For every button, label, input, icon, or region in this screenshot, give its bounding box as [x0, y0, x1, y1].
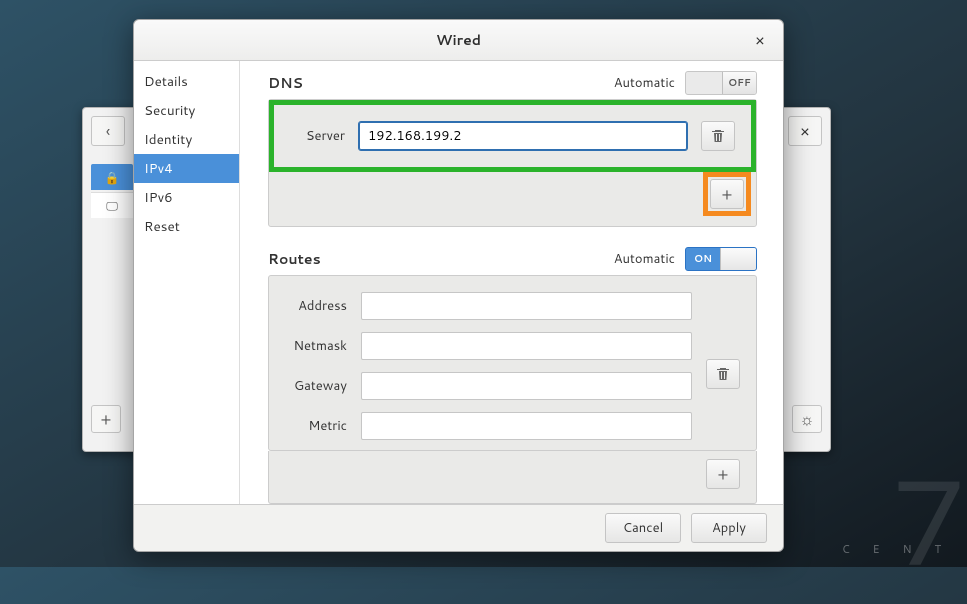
bg-settings-button[interactable]: ☼: [792, 405, 822, 433]
proxy-icon: 🖵: [106, 197, 118, 214]
dns-add-row: +: [269, 172, 756, 226]
routes-container: Address Netmask Gateway Metric: [268, 275, 757, 504]
switch-off-label: OFF: [722, 72, 756, 94]
close-button[interactable]: ×: [751, 31, 769, 49]
route-netmask-label: Netmask: [285, 337, 347, 355]
close-icon: ×: [800, 120, 810, 143]
dns-server-row-highlight: Server: [269, 100, 756, 172]
dns-add-button[interactable]: +: [710, 179, 744, 209]
sidebar-item-identity[interactable]: Identity: [134, 125, 239, 154]
wired-icon: 🔒: [105, 169, 120, 186]
dns-section-header: DNS Automatic OFF: [268, 71, 757, 95]
switch-on-label: ON: [686, 248, 720, 270]
route-address-input[interactable]: [361, 292, 692, 320]
dns-server-input[interactable]: [359, 122, 687, 150]
centos-watermark-text: C E N T: [842, 541, 951, 557]
dns-delete-button[interactable]: [701, 121, 735, 151]
plus-icon: +: [722, 183, 733, 206]
content-panel: DNS Automatic OFF Server: [240, 61, 783, 504]
route-gateway-input[interactable]: [361, 372, 692, 400]
bg-tab-wired[interactable]: 🔒: [91, 164, 133, 190]
wired-settings-dialog: Wired × Details Security Identity IPv4 I…: [133, 19, 784, 552]
route-metric-input[interactable]: [361, 412, 692, 440]
route-netmask-input[interactable]: [361, 332, 692, 360]
sidebar-item-security[interactable]: Security: [134, 96, 239, 125]
sidebar: Details Security Identity IPv4 IPv6 Rese…: [134, 61, 240, 504]
dns-automatic-group: Automatic OFF: [614, 71, 757, 95]
close-icon: ×: [755, 29, 765, 52]
trash-icon: [716, 367, 730, 381]
routes-section-header: Routes Automatic ON: [268, 247, 757, 271]
route-address-row: Address: [285, 292, 692, 320]
trash-icon: [711, 129, 725, 143]
switch-track: [686, 72, 722, 94]
plus-icon: +: [718, 463, 729, 486]
dns-automatic-switch[interactable]: OFF: [685, 71, 757, 95]
bg-tab-proxy[interactable]: 🖵: [91, 192, 133, 218]
sidebar-item-ipv6[interactable]: IPv6: [134, 183, 239, 212]
dns-add-highlight: +: [703, 172, 751, 216]
route-delete-button[interactable]: [706, 359, 740, 389]
route-metric-label: Metric: [285, 417, 347, 435]
route-netmask-row: Netmask: [285, 332, 692, 360]
dialog-footer: Cancel Apply: [134, 504, 783, 551]
back-button[interactable]: ‹: [91, 116, 125, 146]
sidebar-item-reset[interactable]: Reset: [134, 212, 239, 241]
chevron-left-icon: ‹: [106, 120, 110, 143]
titlebar: Wired ×: [134, 20, 783, 61]
dns-server-label: Server: [290, 127, 345, 145]
routes-actions: [706, 292, 740, 440]
routes-automatic-switch[interactable]: ON: [685, 247, 757, 271]
switch-track: [720, 248, 756, 270]
routes-automatic-group: Automatic ON: [614, 247, 757, 271]
route-add-button[interactable]: +: [706, 459, 740, 489]
dns-heading: DNS: [268, 73, 303, 93]
sidebar-item-ipv4[interactable]: IPv4: [134, 154, 239, 183]
routes-heading: Routes: [268, 249, 321, 269]
bg-add-button[interactable]: +: [91, 405, 121, 433]
dns-servers-box: Server +: [268, 99, 757, 227]
cancel-button[interactable]: Cancel: [605, 513, 681, 543]
dialog-body: Details Security Identity IPv4 IPv6 Rese…: [134, 61, 783, 504]
routes-box: Address Netmask Gateway Metric: [268, 275, 757, 451]
routes-fields: Address Netmask Gateway Metric: [285, 292, 692, 440]
route-gateway-row: Gateway: [285, 372, 692, 400]
gear-icon: ☼: [800, 408, 815, 431]
routes-add-row: +: [268, 451, 757, 504]
background-close-button[interactable]: ×: [788, 116, 822, 146]
dns-automatic-label: Automatic: [614, 74, 675, 92]
route-metric-row: Metric: [285, 412, 692, 440]
plus-icon: +: [101, 408, 112, 431]
apply-button[interactable]: Apply: [691, 513, 767, 543]
route-address-label: Address: [285, 297, 347, 315]
route-gateway-label: Gateway: [285, 377, 347, 395]
sidebar-item-details[interactable]: Details: [134, 67, 239, 96]
routes-automatic-label: Automatic: [614, 250, 675, 268]
dialog-title: Wired: [436, 30, 481, 50]
